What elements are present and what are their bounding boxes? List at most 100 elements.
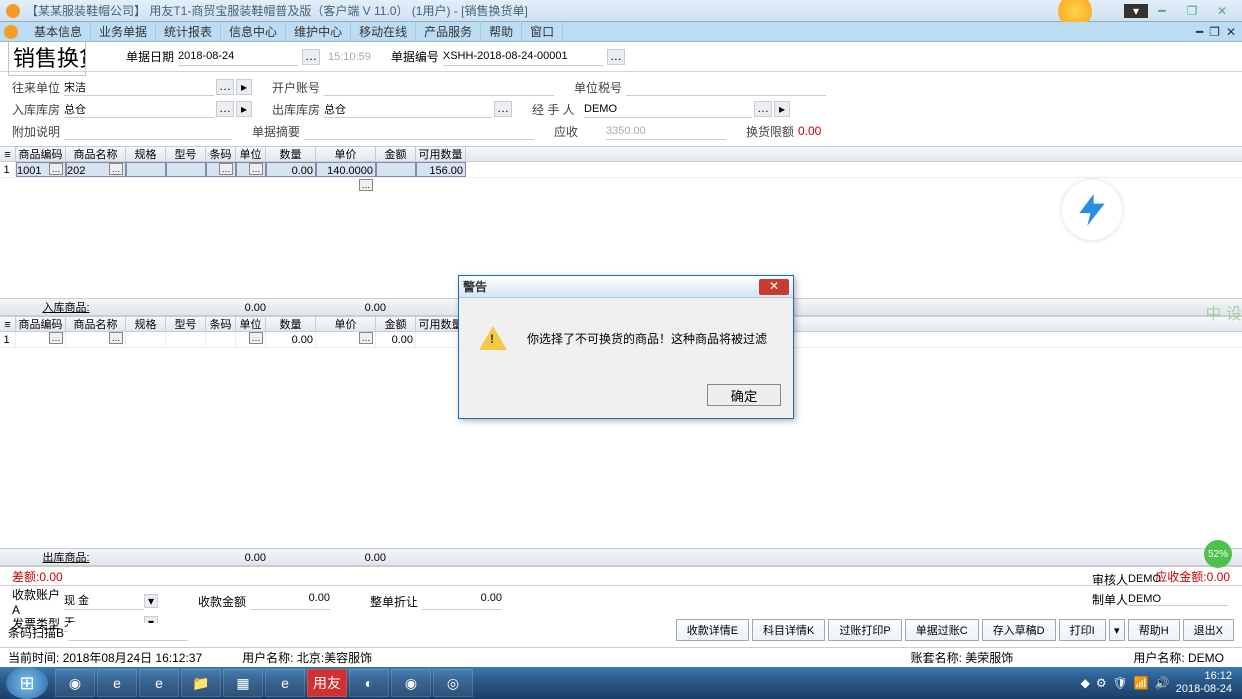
unit-picker[interactable]: … — [249, 163, 263, 175]
row2-qty[interactable]: 0.00 — [266, 332, 316, 347]
inner-restore[interactable]: ❐ — [1209, 25, 1220, 39]
menu-product[interactable]: 产品服务 — [416, 21, 481, 42]
post-print-button[interactable]: 过账打印P — [828, 619, 901, 641]
col2-amount[interactable]: 金额 — [376, 317, 416, 331]
task-ie3[interactable]: e — [265, 669, 305, 697]
amt-input[interactable]: 0.00 — [250, 592, 330, 610]
row-spec[interactable] — [126, 162, 166, 177]
name2-picker[interactable]: … — [109, 332, 123, 344]
price2-picker[interactable]: … — [359, 332, 373, 344]
remark-input[interactable] — [64, 122, 232, 140]
print-button[interactable]: 打印I — [1059, 619, 1106, 641]
dialog-close-button[interactable]: ✕ — [759, 279, 789, 295]
menu-report[interactable]: 统计报表 — [156, 21, 221, 42]
col2-barcode[interactable]: 条码 — [206, 317, 236, 331]
col-code[interactable]: 商品编码 — [16, 147, 66, 161]
task-ie[interactable]: e — [97, 669, 137, 697]
dropdown-icon[interactable]: ▾ — [1124, 4, 1148, 18]
col-price[interactable]: 单价 — [316, 147, 376, 161]
inner-minimize[interactable]: ━ — [1196, 25, 1203, 39]
inwh-extra-icon[interactable]: ▸ — [236, 101, 252, 117]
date-input[interactable] — [178, 48, 298, 66]
col2-code[interactable]: 商品编码 — [16, 317, 66, 331]
col2-unit[interactable]: 单位 — [236, 317, 266, 331]
acct-detail-button[interactable]: 科目详情K — [752, 619, 825, 641]
minimize-button[interactable]: ━ — [1148, 3, 1176, 19]
col-model[interactable]: 型号 — [166, 147, 206, 161]
outwh-input[interactable]: 总仓 — [324, 100, 492, 118]
row2-barcode[interactable] — [206, 332, 236, 347]
col2-model[interactable]: 型号 — [166, 317, 206, 331]
dialog-titlebar[interactable]: 警告 ✕ — [459, 276, 793, 298]
speed-circle[interactable]: 52% — [1204, 540, 1232, 568]
tray-net[interactable]: 📶 — [1134, 676, 1149, 690]
task-ie2[interactable]: e — [139, 669, 179, 697]
menu-info[interactable]: 信息中心 — [221, 21, 286, 42]
print-dd[interactable]: ▾ — [1109, 619, 1125, 641]
row2-amount[interactable]: 0.00 — [376, 332, 416, 347]
row-unit[interactable]: … — [236, 162, 266, 177]
post-button[interactable]: 单据过账C — [905, 619, 979, 641]
taskbar-clock[interactable]: 16:12 2018-08-24 — [1176, 670, 1232, 696]
price-picker[interactable]: … — [359, 179, 373, 191]
maximize-button[interactable]: ❐ — [1178, 3, 1206, 19]
system-tray[interactable]: ◆ ⚙ 🛡 📶 🔊 16:12 2018-08-24 — [1081, 670, 1242, 696]
code-picker[interactable]: … — [49, 163, 63, 175]
row2-code[interactable]: … — [16, 332, 66, 347]
summary-input[interactable] — [304, 122, 534, 140]
row2-name[interactable]: … — [66, 332, 126, 347]
no-input[interactable] — [443, 48, 603, 66]
tray-vol[interactable]: 🔊 — [1155, 676, 1170, 690]
partner-picker[interactable]: … — [216, 79, 234, 95]
col-pname[interactable]: 商品名称 — [66, 147, 126, 161]
task-app3[interactable]: ◎ — [433, 669, 473, 697]
dialog-ok-button[interactable]: 确定 — [707, 384, 781, 406]
menu-business[interactable]: 业务单据 — [91, 21, 156, 42]
col-qty[interactable]: 数量 — [266, 147, 316, 161]
inwh-input[interactable]: 总仓 — [64, 100, 214, 118]
row2-spec[interactable] — [126, 332, 166, 347]
row-amount[interactable] — [376, 162, 416, 177]
col2-price[interactable]: 单价 — [316, 317, 376, 331]
unit2-picker[interactable]: … — [249, 332, 263, 344]
task-app2[interactable]: ◉ — [391, 669, 431, 697]
partner-extra-icon[interactable]: ▸ — [236, 79, 252, 95]
disc-input[interactable]: 0.00 — [422, 592, 502, 610]
col2-qty[interactable]: 数量 — [266, 317, 316, 331]
outwh-picker[interactable]: … — [494, 101, 512, 117]
handler-picker[interactable]: … — [754, 101, 772, 117]
tray-icon2[interactable]: ⚙ — [1096, 676, 1107, 690]
acct-input[interactable]: 现 金 — [64, 592, 144, 610]
menu-basic[interactable]: 基本信息 — [26, 21, 91, 42]
tray-icon3[interactable]: 🛡 — [1113, 676, 1128, 690]
acct-dd[interactable]: ▾ — [144, 594, 158, 608]
task-explorer[interactable]: 📁 — [181, 669, 221, 697]
thunder-icon[interactable] — [1062, 180, 1122, 240]
task-icon-1[interactable]: ◉ — [55, 669, 95, 697]
start-button[interactable]: ⊞ — [6, 667, 48, 699]
col-barcode[interactable]: 条码 — [206, 147, 236, 161]
tray-icon[interactable]: ◆ — [1081, 676, 1090, 690]
inner-close[interactable]: ✕ — [1226, 25, 1236, 39]
inwh-picker[interactable]: … — [216, 101, 234, 117]
menu-mobile[interactable]: 移动在线 — [351, 21, 416, 42]
partner-input[interactable]: 宋洁 — [64, 78, 214, 96]
handler-extra-icon[interactable]: ▸ — [774, 101, 790, 117]
no-picker-button[interactable]: … — [607, 49, 625, 65]
row2-unit[interactable]: … — [236, 332, 266, 347]
col-amount[interactable]: 金额 — [376, 147, 416, 161]
task-app1[interactable]: ◐ — [349, 669, 389, 697]
barcode-picker[interactable]: … — [219, 163, 233, 175]
date-picker-button[interactable]: … — [302, 49, 320, 65]
col-avail[interactable]: 可用数量 — [416, 147, 466, 161]
task-tiles[interactable]: ▦ — [223, 669, 263, 697]
help-button[interactable]: 帮助H — [1128, 619, 1180, 641]
code2-picker[interactable]: … — [49, 332, 63, 344]
row-barcode[interactable]: … — [206, 162, 236, 177]
row-model[interactable] — [166, 162, 206, 177]
barcode-input[interactable] — [68, 623, 188, 641]
menu-help[interactable]: 帮助 — [481, 21, 522, 42]
account-input[interactable] — [324, 78, 554, 96]
col2-spec[interactable]: 规格 — [126, 317, 166, 331]
row-code[interactable]: 1001… — [16, 162, 66, 177]
